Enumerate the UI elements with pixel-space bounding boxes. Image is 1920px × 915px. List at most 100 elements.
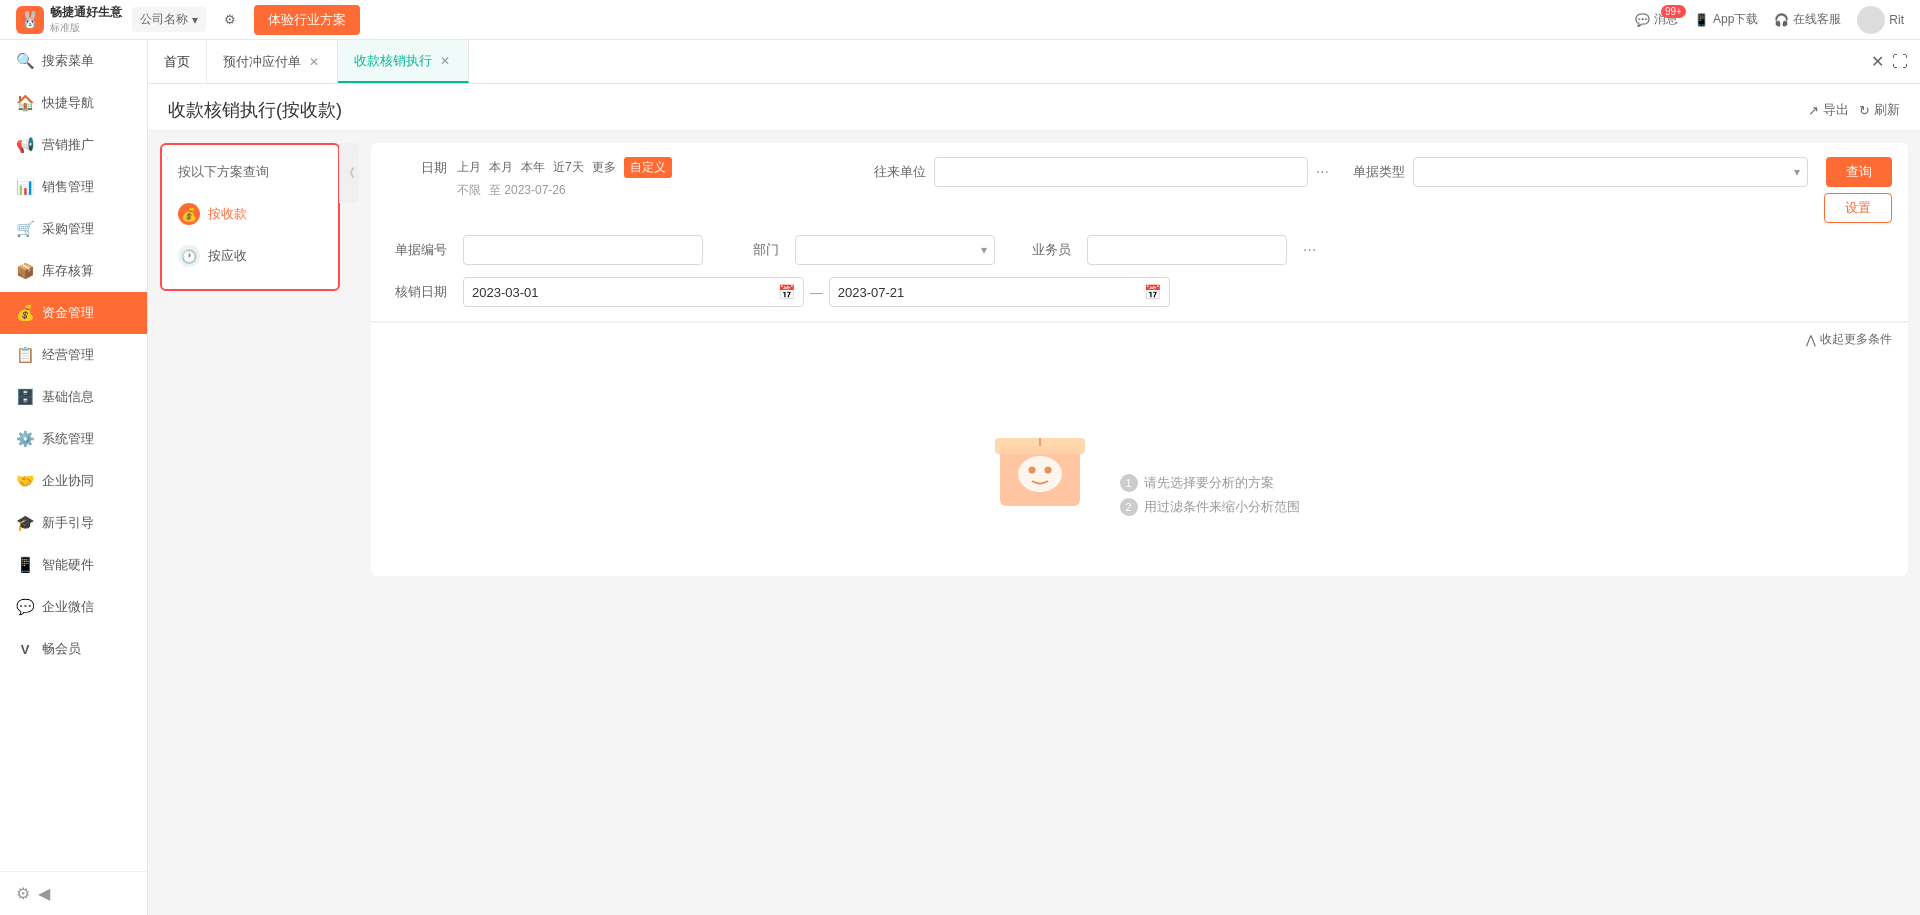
sidebar-label-smart-hw: 智能硬件 (42, 556, 94, 574)
query-button[interactable]: 查询 (1826, 157, 1892, 187)
sidebar-label-guide: 新手引导 (42, 514, 94, 532)
refresh-button[interactable]: ↻ 刷新 (1859, 101, 1900, 119)
company-selector[interactable]: 公司名称 ▾ (132, 7, 206, 32)
inventory-icon: 📦 (16, 262, 34, 280)
filter-btn-group: 查询 设置 (1824, 157, 1892, 223)
sidebar-item-sales[interactable]: 📊 销售管理 (0, 166, 147, 208)
brand-name: 畅捷通好生意 (50, 4, 122, 21)
settings-gear-icon[interactable]: ⚙ (216, 6, 244, 34)
salesperson-input[interactable] (1087, 235, 1287, 265)
sidebar-item-guide[interactable]: 🎓 新手引导 (0, 502, 147, 544)
export-button[interactable]: ↗ 导出 (1808, 101, 1849, 119)
sidebar-item-system[interactable]: ⚙️ 系统管理 (0, 418, 147, 460)
tab-receipt-label: 收款核销执行 (354, 52, 432, 70)
query-panel: 按以下方案查询 💰 按收款 🕐 按应收 (160, 143, 340, 291)
tab-prepay-close-icon[interactable]: ✕ (307, 53, 321, 71)
base-info-icon: 🗄️ (16, 388, 34, 406)
member-icon: V (16, 640, 34, 658)
tab-home[interactable]: 首页 (148, 40, 207, 83)
sidebar-item-operations[interactable]: 📋 经营管理 (0, 334, 147, 376)
sidebar-item-base-info[interactable]: 🗄️ 基础信息 (0, 376, 147, 418)
verify-date-end-input[interactable]: 2023-07-21 📅 (829, 277, 1170, 307)
sidebar-item-member[interactable]: V 畅会员 (0, 628, 147, 670)
sidebar-item-enterprise[interactable]: 🤝 企业协同 (0, 460, 147, 502)
empty-illustration-svg (980, 416, 1100, 516)
tab-home-label: 首页 (164, 53, 190, 71)
app-download-button[interactable]: 📱 App下载 (1694, 11, 1758, 28)
content-body: 按以下方案查询 💰 按收款 🕐 按应收 《 (148, 131, 1920, 588)
date-no-limit-label: 不限 (457, 182, 481, 199)
tab-receipt-offset[interactable]: 收款核销执行 ✕ (338, 40, 469, 83)
sidebar-item-wechat[interactable]: 💬 企业微信 (0, 586, 147, 628)
solution-button[interactable]: 体验行业方案 (254, 5, 360, 35)
collapse-conditions-button[interactable]: ⋀ 收起更多条件 (1806, 331, 1892, 348)
collapse-sidebar-icon[interactable]: ◀ (38, 884, 50, 903)
system-icon: ⚙️ (16, 430, 34, 448)
date-this-year[interactable]: 本年 (521, 159, 545, 176)
counterpart-more-icon[interactable]: ··· (1316, 163, 1329, 181)
export-label: 导出 (1823, 101, 1849, 119)
purchase-icon: 🛒 (16, 220, 34, 238)
message-button[interactable]: 💬 消息 99+ (1635, 11, 1678, 28)
settings-bottom-icon[interactable]: ⚙ (16, 884, 30, 903)
brand-logo: 🐰 (16, 6, 44, 34)
user-menu[interactable]: Rit (1857, 6, 1904, 34)
empty-illustration-area: 1 请先选择要分析的方案 2 用过滤条件来缩小分析范围 (980, 416, 1300, 516)
filter-settings-button[interactable]: 设置 (1824, 193, 1892, 223)
date-more[interactable]: 更多 (592, 159, 616, 176)
online-service-button[interactable]: 🎧 在线客服 (1774, 11, 1841, 28)
date-filter-group: 日期 上月 本月 本年 近7天 更多 自定义 (387, 157, 850, 199)
content-area: 首页 预付冲应付单 ✕ 收款核销执行 ✕ ✕ ⛶ 收款核销执行(按收款) (148, 40, 1920, 915)
marketing-icon: 📢 (16, 136, 34, 154)
top-header: 🐰 畅捷通好生意 标准版 公司名称 ▾ ⚙ 体验行业方案 💬 消息 99+ 📱 … (0, 0, 1920, 40)
sidebar-label-wechat: 企业微信 (42, 598, 94, 616)
query-option-by-receivable[interactable]: 🕐 按应收 (162, 235, 338, 277)
sidebar-item-finance[interactable]: 💰 资金管理 (0, 292, 147, 334)
maximize-icon[interactable]: ⛶ (1892, 53, 1908, 71)
date-last-month[interactable]: 上月 (457, 159, 481, 176)
enterprise-icon: 🤝 (16, 472, 34, 490)
message-badge: 99+ (1661, 5, 1686, 18)
query-option-by-receipt[interactable]: 💰 按收款 (162, 193, 338, 235)
sidebar-item-inventory[interactable]: 📦 库存核算 (0, 250, 147, 292)
sidebar-item-quick-nav[interactable]: 🏠 快捷导航 (0, 82, 147, 124)
chevron-down-icon: ▾ (192, 13, 198, 27)
date-this-month[interactable]: 本月 (489, 159, 513, 176)
filter-row-1: 日期 上月 本月 本年 近7天 更多 自定义 (387, 157, 1892, 223)
doc-no-input[interactable] (463, 235, 703, 265)
tab-receipt-close-icon[interactable]: ✕ (438, 52, 452, 70)
date-last-7-days[interactable]: 近7天 (553, 159, 584, 176)
empty-hint-1: 1 请先选择要分析的方案 (1120, 474, 1274, 492)
filter-row-2: 单据编号 部门 ▾ 业务员 ··· (387, 235, 1892, 265)
sidebar-item-marketing[interactable]: 📢 营销推广 (0, 124, 147, 166)
app-icon: 📱 (1694, 13, 1709, 27)
sidebar-label-quick-nav: 快捷导航 (42, 94, 94, 112)
tab-prepay-offset[interactable]: 预付冲应付单 ✕ (207, 40, 338, 83)
tab-prepay-label: 预付冲应付单 (223, 53, 301, 71)
filter-row-3: 核销日期 2023-03-01 📅 — 2023-07-21 📅 (387, 277, 1892, 307)
date-label: 日期 (387, 159, 447, 177)
verify-date-start-input[interactable]: 2023-03-01 📅 (463, 277, 804, 307)
close-window-icon[interactable]: ✕ (1871, 52, 1884, 71)
query-panel-title: 按以下方案查询 (162, 157, 338, 193)
collapse-panel-button[interactable]: 《 (339, 143, 359, 203)
app-download-label: App下载 (1713, 11, 1758, 28)
empty-num-1: 1 (1120, 474, 1138, 492)
date-custom-badge[interactable]: 自定义 (624, 157, 672, 178)
counterpart-input[interactable] (934, 157, 1308, 187)
doc-type-select[interactable] (1413, 157, 1808, 187)
sidebar-item-purchase[interactable]: 🛒 采购管理 (0, 208, 147, 250)
company-name: 公司名称 (140, 11, 188, 28)
date-range-separator: — (810, 285, 823, 300)
refresh-label: 刷新 (1874, 101, 1900, 119)
sidebar-item-smart-hw[interactable]: 📱 智能硬件 (0, 544, 147, 586)
query-panel-wrapper: 按以下方案查询 💰 按收款 🕐 按应收 《 (160, 143, 359, 576)
department-select[interactable] (795, 235, 995, 265)
by-receipt-label: 按收款 (208, 205, 247, 223)
sidebar-bottom: ⚙ ◀ (0, 871, 147, 915)
department-select-wrapper: ▾ (795, 235, 995, 265)
salesperson-more-icon[interactable]: ··· (1303, 241, 1316, 259)
verify-date-label: 核销日期 (387, 283, 447, 301)
sidebar-item-search-menu[interactable]: 🔍 搜索菜单 (0, 40, 147, 82)
smart-hw-icon: 📱 (16, 556, 34, 574)
